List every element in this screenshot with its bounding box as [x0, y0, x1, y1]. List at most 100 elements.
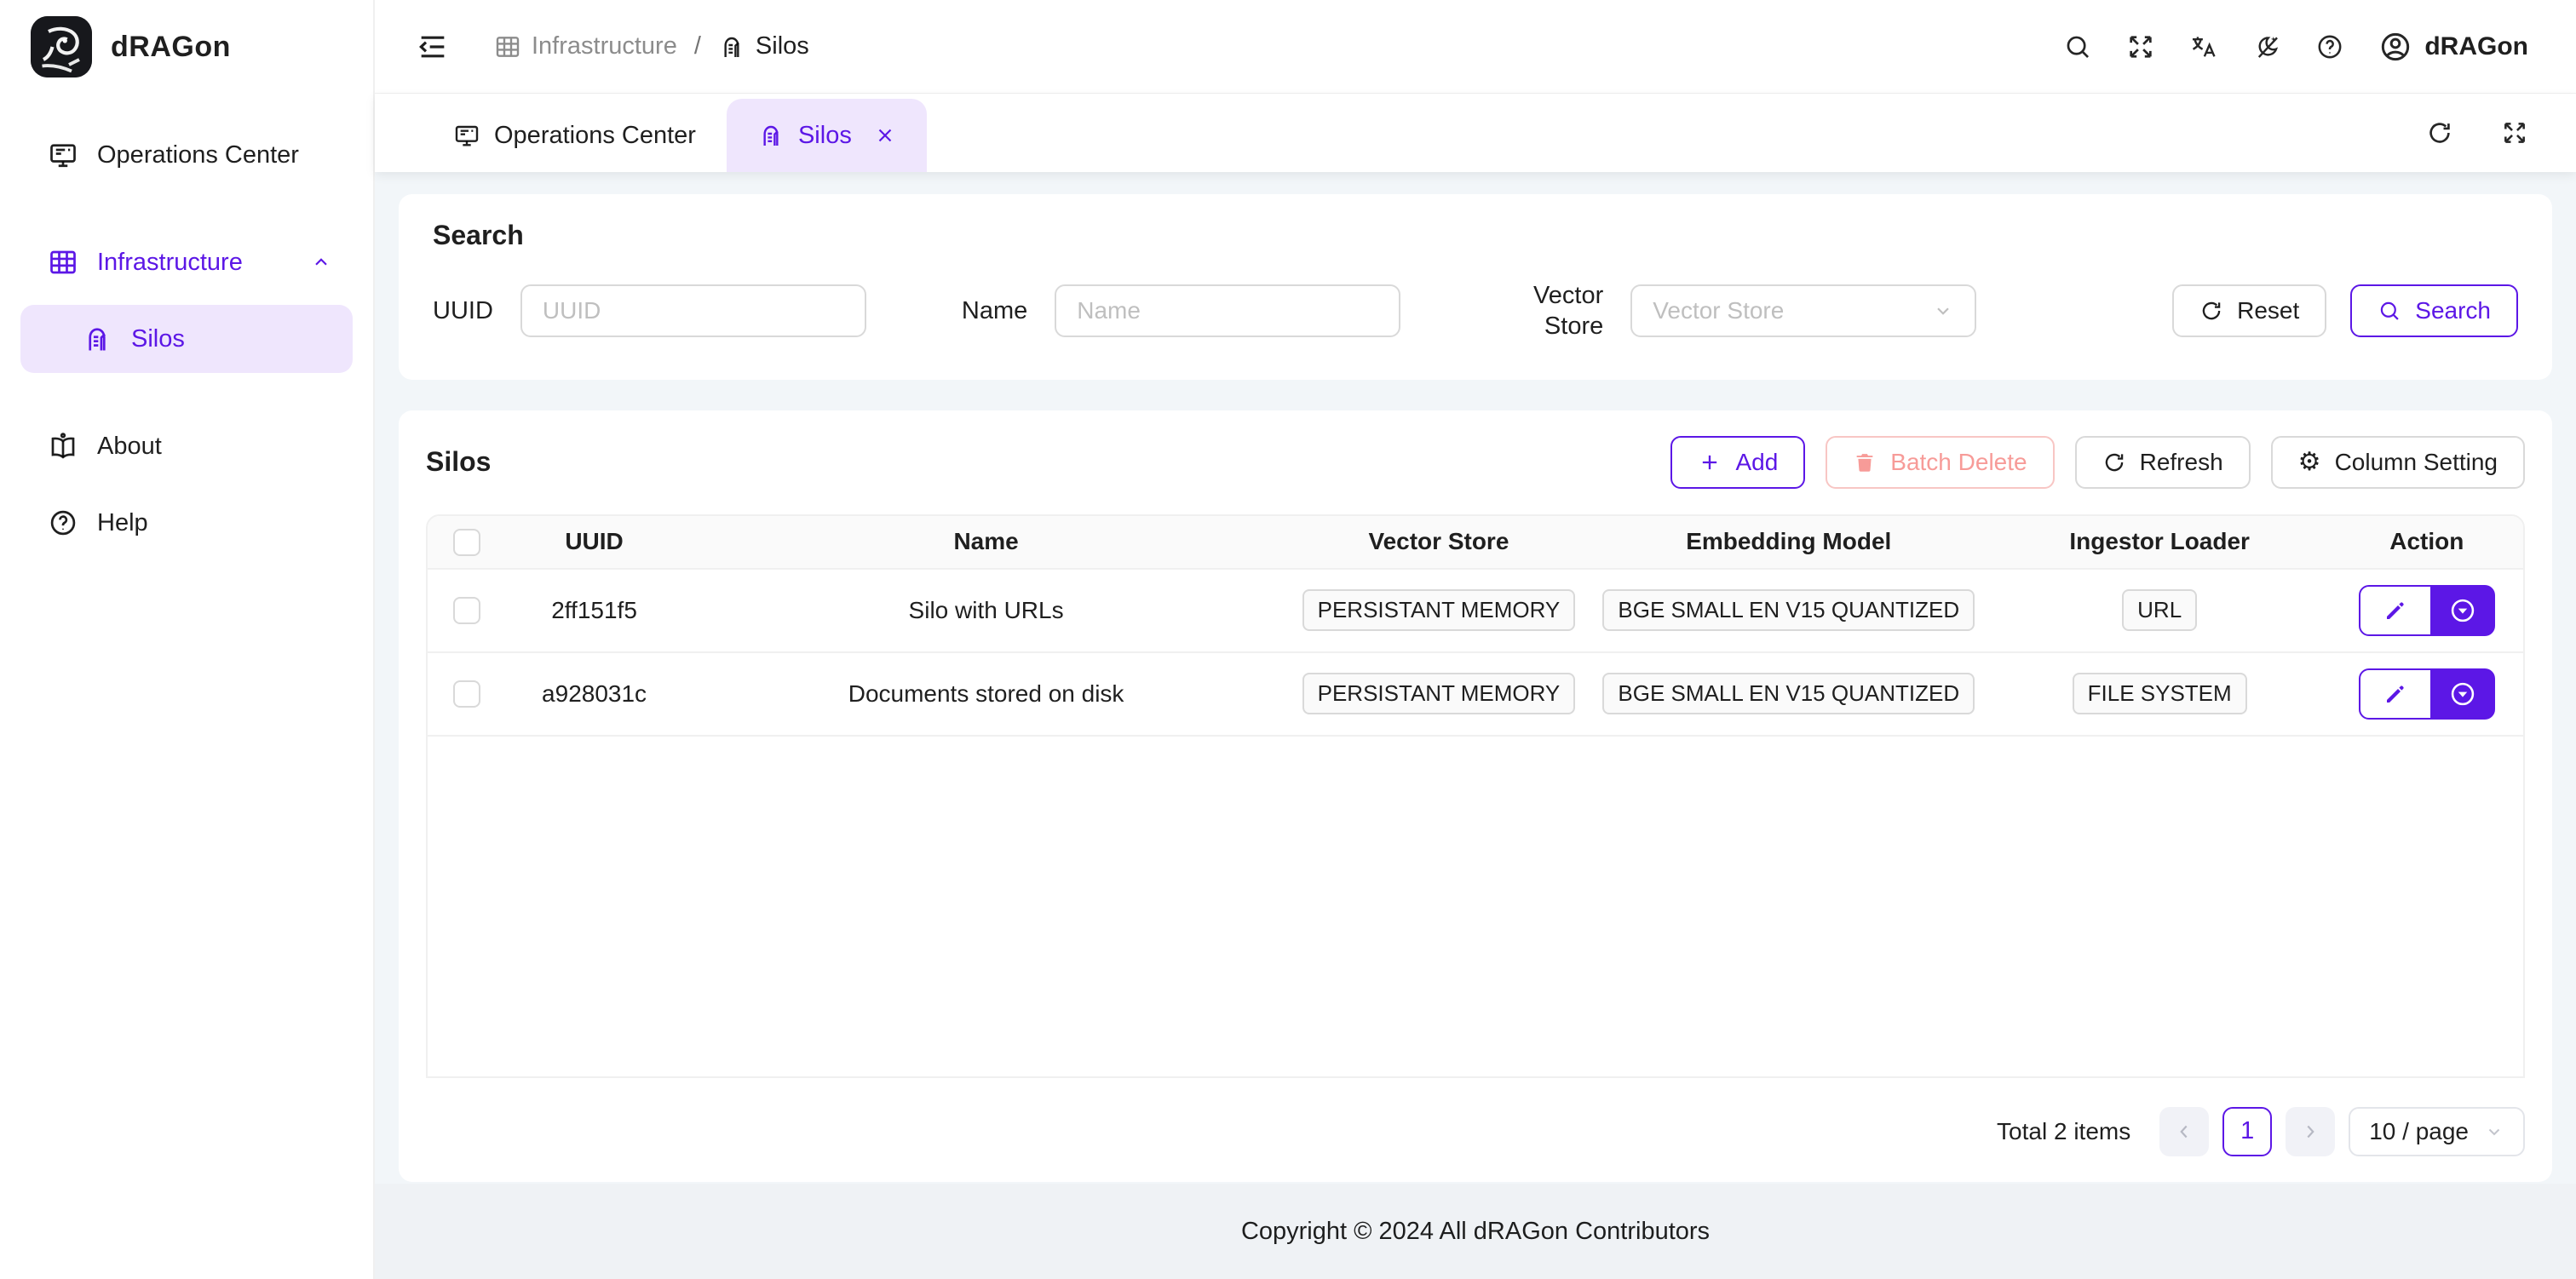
page-tabs: Operations Center Silos [375, 94, 2576, 172]
breadcrumb-item-silos[interactable]: Silos [718, 32, 809, 60]
menu-fold-icon[interactable] [416, 30, 450, 64]
embedding-model-tag: BGE SMALL EN V15 QUANTIZED [1602, 588, 1975, 632]
sidebar-item-label: About [97, 432, 162, 460]
app-title: dRAGon [111, 30, 231, 63]
chevron-up-icon [314, 258, 328, 266]
column-setting-button-label: Column Setting [2334, 448, 2498, 475]
batch-delete-button-label: Batch Delete [1890, 448, 2027, 475]
row-checkbox[interactable] [452, 597, 480, 625]
vector-store-field-group: Vector Store Vector Store [1492, 280, 1977, 342]
uuid-field-group: UUID [433, 284, 866, 338]
user-name: dRAGon [2424, 32, 2528, 60]
add-button[interactable]: Add [1670, 435, 1806, 489]
pencil-icon [2386, 601, 2404, 619]
grid-icon [496, 36, 520, 57]
plus-icon [1702, 454, 1718, 470]
search-form: UUID Name Vector Store Vector Store [433, 280, 2518, 342]
batch-delete-button[interactable]: Batch Delete [1826, 435, 2055, 489]
user-menu[interactable]: dRAGon [2378, 30, 2528, 64]
sidebar-item-operations-center[interactable]: Operations Center [20, 121, 353, 189]
reset-button[interactable]: Reset [2172, 284, 2327, 338]
cell-uuid: a928031c [505, 651, 684, 737]
cell-name: Silo with URLs [683, 568, 1290, 653]
top-header: Infrastructure / Silos dRAGon [375, 0, 2576, 94]
theme-toggle-icon[interactable] [2252, 32, 2281, 61]
previous-page-button[interactable] [2159, 1106, 2210, 1156]
embedding-model-tag: BGE SMALL EN V15 QUANTIZED [1602, 672, 1975, 715]
table-row: a928031c Documents stored on disk PERSIS… [428, 651, 2523, 737]
page-content: Search UUID Name Vector Store [375, 172, 2576, 1184]
name-label: Name [961, 296, 1028, 324]
tab-silos[interactable]: Silos [726, 99, 927, 172]
column-setting-button[interactable]: ⚙ Column Setting [2270, 435, 2525, 489]
chevron-left-icon [2180, 1124, 2188, 1138]
sidebar-item-about[interactable]: About [20, 412, 353, 480]
header-actions: dRAGon [2063, 30, 2528, 64]
column-header-embedding-model: Embedding Model [1588, 515, 1989, 570]
sidebar-item-label: Operations Center [97, 141, 299, 169]
next-page-button[interactable] [2286, 1106, 2336, 1156]
search-button[interactable]: Search [2350, 284, 2518, 338]
help-circle-icon[interactable] [2315, 32, 2344, 61]
sidebar-item-infrastructure[interactable]: Infrastructure [20, 228, 353, 296]
user-avatar-icon [2382, 32, 2410, 60]
row-checkbox[interactable] [452, 680, 480, 708]
edit-button[interactable] [2358, 584, 2432, 636]
tab-label: Operations Center [494, 121, 696, 149]
circle-caret-down-icon [2451, 599, 2474, 622]
breadcrumb-separator: / [693, 32, 701, 60]
vector-store-select[interactable]: Vector Store [1630, 284, 1977, 338]
trash-icon [1856, 453, 1873, 472]
expand-icon[interactable] [2501, 119, 2528, 146]
uuid-label: UUID [433, 296, 493, 324]
monitor-icon [50, 144, 76, 168]
tab-toolbar [2426, 99, 2528, 172]
translate-icon[interactable] [2189, 32, 2218, 61]
breadcrumb-label: Infrastructure [532, 32, 677, 60]
row-actions [2358, 584, 2495, 636]
cell-name: Documents stored on disk [683, 651, 1290, 737]
page-number-button[interactable]: 1 [2222, 1106, 2273, 1156]
vector-store-select-placeholder: Vector Store [1653, 297, 1785, 324]
sidebar: dRAGon Operations Center Infrastructure … [0, 0, 375, 1279]
sidebar-item-help[interactable]: Help [20, 489, 353, 557]
name-input[interactable] [1055, 284, 1401, 338]
app-root: dRAGon Operations Center Infrastructure … [0, 0, 2576, 1279]
main-area: Infrastructure / Silos dRAGon Operations… [375, 0, 2576, 1279]
ingestor-loader-tag: URL [2122, 588, 2198, 632]
vector-store-tag: PERSISTANT MEMORY [1302, 672, 1576, 715]
refresh-button[interactable]: Refresh [2074, 435, 2251, 489]
pencil-icon [2386, 685, 2404, 703]
sidebar-menu: Operations Center Infrastructure Silos A… [0, 94, 373, 557]
pagination: Total 2 items 1 10 / page [426, 1106, 2525, 1156]
table-header-row: UUID Name Vector Store Embedding Model I… [428, 515, 2523, 570]
select-all-checkbox[interactable] [452, 528, 480, 556]
close-icon[interactable] [874, 124, 896, 146]
column-header-action: Action [2330, 515, 2523, 570]
page-size-select[interactable]: 10 / page [2349, 1106, 2525, 1156]
breadcrumb-item-infrastructure[interactable]: Infrastructure [494, 32, 677, 60]
tab-operations-center[interactable]: Operations Center [423, 99, 727, 172]
column-header-vector-store: Vector Store [1289, 515, 1589, 570]
more-actions-button[interactable] [2431, 584, 2495, 636]
silo-icon [763, 125, 779, 147]
silos-panel-title: Silos [426, 446, 492, 477]
tab-label: Silos [797, 121, 852, 149]
sidebar-item-silos[interactable]: Silos [20, 305, 353, 373]
reload-icon [2202, 301, 2221, 320]
fullscreen-icon[interactable] [2126, 32, 2155, 61]
reload-icon[interactable] [2426, 119, 2453, 146]
search-panel: Search UUID Name Vector Store [399, 194, 2552, 380]
more-actions-button[interactable] [2431, 668, 2495, 720]
dragon-logo [31, 16, 92, 77]
add-button-label: Add [1735, 448, 1779, 475]
sidebar-item-label: Help [97, 508, 148, 536]
help-circle-icon [50, 510, 76, 536]
table-toolbar: Add Batch Delete Refresh ⚙ Column Settin… [1670, 435, 2525, 489]
monitor-icon [455, 125, 479, 146]
search-icon[interactable] [2063, 32, 2092, 61]
table-row: 2ff151f5 Silo with URLs PERSISTANT MEMOR… [428, 568, 2523, 653]
edit-button[interactable] [2358, 668, 2432, 720]
uuid-input[interactable] [520, 284, 866, 338]
cell-uuid: 2ff151f5 [505, 568, 684, 653]
